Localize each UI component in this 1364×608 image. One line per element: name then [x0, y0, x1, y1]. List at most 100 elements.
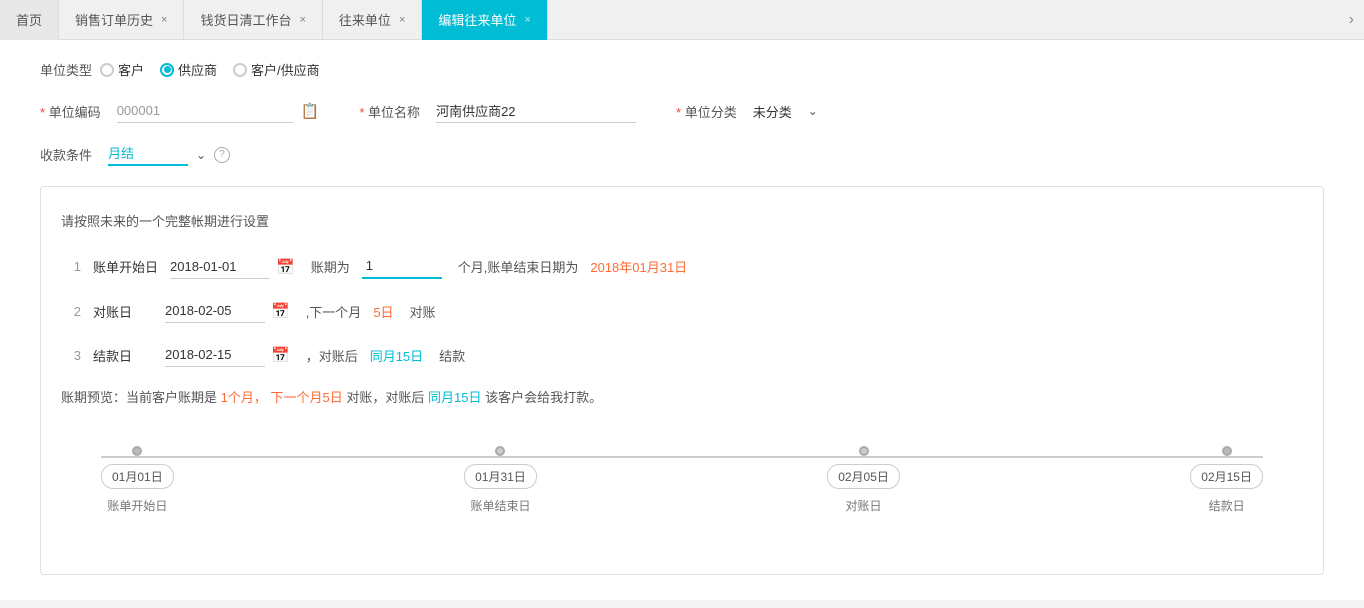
tab-edit-partner[interactable]: 编辑往来单位 × [422, 0, 547, 40]
row-2-desc-highlight: 5日 [373, 302, 393, 321]
payment-value: 月结 [108, 143, 188, 166]
tab-cash-work[interactable]: 钱货日清工作台 × [184, 0, 322, 40]
timeline-dot-0 [132, 446, 142, 456]
tab-home-label: 首页 [16, 10, 42, 29]
radio-supplier[interactable]: 供应商 [160, 60, 217, 79]
timeline-label-3: 结款日 [1209, 497, 1245, 514]
radio-customer-circle [100, 63, 114, 77]
timeline-wrapper: 01月01日 账单开始日 01月31日 账单结束日 02月05日 对账日 [61, 426, 1303, 554]
row-2-calendar-icon[interactable]: 📅 [271, 302, 290, 320]
category-label: 单位分类 [676, 102, 737, 121]
section-title: 请按照未来的一个完整帐期进行设置 [61, 211, 1303, 230]
tab-sales-order-close[interactable]: × [161, 14, 167, 26]
row-2-date-wrap: 📅 [165, 299, 290, 323]
timeline-points: 01月01日 账单开始日 01月31日 账单结束日 02月05日 对账日 [101, 446, 1263, 514]
tab-home[interactable]: 首页 [0, 0, 59, 40]
preview-p2: 下一个月5日 [271, 390, 343, 405]
radio-both[interactable]: 客户/供应商 [233, 60, 320, 79]
tab-edit-partner-close[interactable]: × [524, 14, 530, 26]
preview-section: 账期预览：当前客户账期是 1个月， 下一个月5日 对账，对账后 同月15日 该客… [61, 387, 1303, 554]
unit-type-radio-group: 客户 供应商 客户/供应商 [100, 60, 320, 79]
row-1-date-wrap: 📅 [170, 255, 295, 279]
timeline-badge-1: 01月31日 [464, 464, 537, 489]
setting-row-1: 1 账单开始日 📅 账期为 个月,账单结束日期为 2018年01月31日 [61, 254, 1303, 279]
tab-partner-close[interactable]: × [399, 14, 405, 26]
timeline-label-0: 账单开始日 [107, 497, 167, 514]
settings-section-box: 请按照未来的一个完整帐期进行设置 1 账单开始日 📅 账期为 个月,账单结束日期… [40, 186, 1324, 575]
row-1-mid-label: 账期为 [311, 257, 350, 276]
code-copy-icon[interactable]: 📋 [301, 102, 320, 120]
name-label: 单位名称 [359, 102, 420, 121]
radio-both-label: 客户/供应商 [251, 60, 320, 79]
timeline-point-1: 01月31日 账单结束日 [464, 446, 537, 514]
setting-row-2: 2 对账日 📅 ,下一个月 5日 对账 [61, 299, 1303, 323]
payment-select-wrapper: 月结 ⌄ [108, 143, 206, 166]
name-input[interactable] [436, 99, 636, 123]
help-icon[interactable]: ? [214, 147, 230, 163]
row-3-num: 3 [61, 348, 81, 363]
radio-supplier-label: 供应商 [178, 60, 217, 79]
row-3-label: 结款日 [93, 346, 153, 365]
row-1-num: 1 [61, 259, 81, 274]
category-field: 单位分类 未分类 ⌄ [676, 102, 818, 121]
timeline-point-3: 02月15日 结款日 [1190, 446, 1263, 514]
row-3-desc-highlight: 同月15日 [370, 346, 423, 365]
preview-p1: 1个月， [221, 390, 267, 405]
setting-row-3: 3 结款日 📅 ，对账后 同月15日 结款 [61, 343, 1303, 367]
row-2-label: 对账日 [93, 302, 153, 321]
row-1-period-input[interactable] [362, 254, 442, 279]
radio-supplier-circle [160, 63, 174, 77]
tabs-more-arrow[interactable]: › [1339, 11, 1364, 29]
code-label: 单位编码 [40, 102, 101, 121]
row-1-calendar-icon[interactable]: 📅 [276, 258, 295, 276]
row-3-date-input[interactable] [165, 343, 265, 367]
row-1-date-input[interactable] [170, 255, 270, 279]
timeline-badge-0: 01月01日 [101, 464, 174, 489]
tabs-bar: 首页 销售订单历史 × 钱货日清工作台 × 往来单位 × 编辑往来单位 × › [0, 0, 1364, 40]
category-value: 未分类 [753, 102, 792, 121]
timeline-label-1: 账单结束日 [470, 497, 530, 514]
payment-label: 收款条件 [40, 145, 92, 164]
timeline-dot-1 [495, 446, 505, 456]
tab-sales-order-label: 销售订单历史 [75, 10, 153, 29]
tab-edit-partner-label: 编辑往来单位 [438, 10, 516, 29]
timeline-badge-2: 02月05日 [827, 464, 900, 489]
row-1-period-end: 2018年01月31日 [590, 257, 687, 276]
preview-p3: 对账，对账后 [346, 390, 424, 405]
row-3-calendar-icon[interactable]: 📅 [271, 346, 290, 364]
row-2-desc-pre: ,下一个月 [306, 302, 362, 321]
radio-customer-label: 客户 [118, 60, 144, 79]
payment-dropdown-icon[interactable]: ⌄ [196, 148, 206, 162]
preview-text: 账期预览：当前客户账期是 1个月， 下一个月5日 对账，对账后 同月15日 该客… [61, 387, 1303, 406]
row-3-desc-pre: ，对账后 [306, 346, 358, 365]
code-field: 单位编码 📋 [40, 99, 319, 123]
timeline-badge-3: 02月15日 [1190, 464, 1263, 489]
row-2-desc-post: 对账 [410, 302, 436, 321]
unit-type-label: 单位类型 [40, 60, 92, 79]
tab-partner[interactable]: 往来单位 × [323, 0, 422, 40]
radio-customer[interactable]: 客户 [100, 60, 144, 79]
row-1-period-unit: 个月,账单结束日期为 [458, 257, 579, 276]
timeline-dot-3 [1222, 446, 1232, 456]
timeline-dot-2 [859, 446, 869, 456]
payment-row: 收款条件 月结 ⌄ ? [40, 143, 1324, 166]
tab-cash-work-close[interactable]: × [299, 14, 305, 26]
tab-sales-order[interactable]: 销售订单历史 × [59, 0, 184, 40]
row-3-desc-post: 结款 [439, 346, 465, 365]
category-dropdown-icon[interactable]: ⌄ [808, 104, 818, 118]
preview-p5: 该客户会给我打款。 [485, 390, 602, 405]
row-3-date-wrap: 📅 [165, 343, 290, 367]
unit-type-row: 单位类型 客户 供应商 客户/供应商 [40, 60, 1324, 79]
main-content: 单位类型 客户 供应商 客户/供应商 单位编码 📋 单位名称 [0, 40, 1364, 600]
timeline-point-0: 01月01日 账单开始日 [101, 446, 174, 514]
code-name-category-row: 单位编码 📋 单位名称 单位分类 未分类 ⌄ [40, 99, 1324, 123]
code-input[interactable] [117, 99, 293, 123]
setting-rows: 1 账单开始日 📅 账期为 个月,账单结束日期为 2018年01月31日 2 对… [61, 254, 1303, 367]
preview-label: 账期预览：当前客户账期是 [61, 390, 217, 405]
tab-partner-label: 往来单位 [339, 10, 391, 29]
tab-cash-work-label: 钱货日清工作台 [200, 10, 291, 29]
row-2-num: 2 [61, 304, 81, 319]
row-2-date-input[interactable] [165, 299, 265, 323]
timeline-label-2: 对账日 [846, 497, 882, 514]
preview-p4: 同月15日 [428, 390, 481, 405]
